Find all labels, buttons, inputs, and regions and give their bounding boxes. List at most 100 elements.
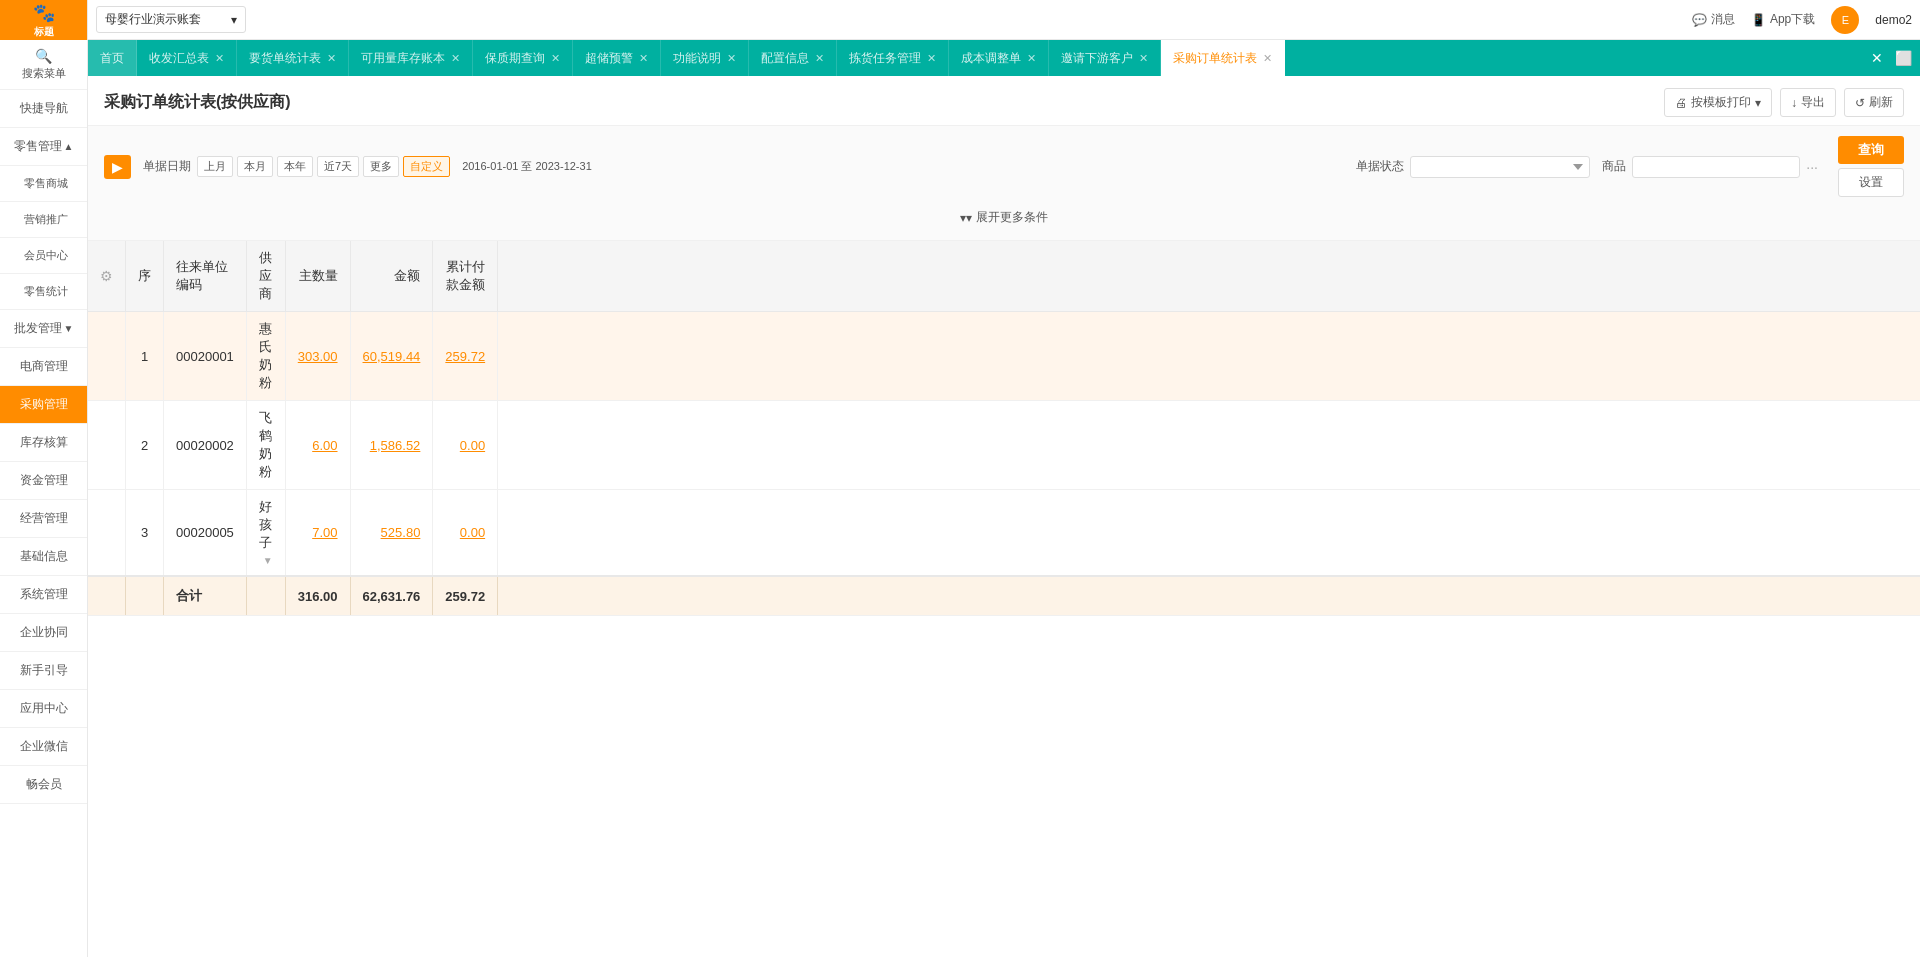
date-this-year-button[interactable]: 本年 <box>277 156 313 177</box>
sidebar-item-marketing[interactable]: 营销推广 <box>0 202 87 238</box>
goods-input[interactable] <box>1632 156 1800 178</box>
tab-zhuocangwu-close-icon[interactable]: ✕ <box>927 52 936 65</box>
tab-chaochuyujing-close-icon[interactable]: ✕ <box>639 52 648 65</box>
sidebar-item-new-guide[interactable]: 新手引导 <box>0 652 87 690</box>
filter-row-1: ▶ 单据日期 上月 本月 本年 近7天 更多 自定义 2016-01-01 至 … <box>104 136 1904 197</box>
tab-gongnengshuo-close-icon[interactable]: ✕ <box>727 52 736 65</box>
tab-chaochuyujing[interactable]: 超储预警 ✕ <box>573 40 661 76</box>
sidebar-item-system[interactable]: 系统管理 <box>0 576 87 614</box>
tab-yaoqing-close-icon[interactable]: ✕ <box>1139 52 1148 65</box>
sidebar-item-retail-stats[interactable]: 零售统计 <box>0 274 87 310</box>
tab-shoufashui[interactable]: 收发汇总表 ✕ <box>137 40 237 76</box>
date-custom-button[interactable]: 自定义 <box>403 156 450 177</box>
export-button[interactable]: ↓ 导出 <box>1780 88 1836 117</box>
tab-home[interactable]: 首页 <box>88 40 137 76</box>
filter-area: ▶ 单据日期 上月 本月 本年 近7天 更多 自定义 2016-01-01 至 … <box>88 126 1920 241</box>
filter-date-range-group: 2016-01-01 至 2023-12-31 <box>462 159 592 174</box>
table-row[interactable]: 2 00020002 飞鹤奶粉 6.00 1,586.52 0.00 <box>88 401 1920 490</box>
account-selector[interactable]: 母婴行业演示账套 ▾ <box>96 6 246 33</box>
sidebar-item-member2[interactable]: 畅会员 <box>0 766 87 804</box>
table-container: ⚙ 序 往来单位编码 供应商 主数量 金额 累计付款金额 1 00020001 <box>88 241 1920 616</box>
footer-qty: 316.00 <box>285 576 350 616</box>
app-label: App下载 <box>1770 11 1815 28</box>
filter-toggle-button[interactable]: ▶ <box>104 155 131 179</box>
sidebar-item-inventory[interactable]: 库存核算 <box>0 424 87 462</box>
footer-label: 合计 <box>164 576 247 616</box>
tab-baozhiqi-close-icon[interactable]: ✕ <box>551 52 560 65</box>
enterprise-label: 企业协同 <box>20 624 68 641</box>
row-paid: 0.00 <box>433 490 498 577</box>
sidebar-item-app-center[interactable]: 应用中心 <box>0 690 87 728</box>
tab-baozhiqi[interactable]: 保质期查询 ✕ <box>473 40 573 76</box>
tab-baozhiqi-label: 保质期查询 <box>485 50 545 67</box>
tab-zhuocangwu[interactable]: 拣货任务管理 ✕ <box>837 40 949 76</box>
tab-peizhi-close-icon[interactable]: ✕ <box>815 52 824 65</box>
sidebar-item-members[interactable]: 会员中心 <box>0 238 87 274</box>
table-row[interactable]: 3 00020005 好孩子▼ 7.00 525.80 0.00 <box>88 490 1920 577</box>
row-no: 3 <box>126 490 164 577</box>
table-settings-icon[interactable]: ⚙ <box>100 268 113 284</box>
tab-caigou[interactable]: 采购订单统计表 ✕ <box>1161 40 1285 76</box>
date-this-month-button[interactable]: 本月 <box>237 156 273 177</box>
sidebar-item-retail-mall[interactable]: 零售商城 <box>0 166 87 202</box>
tab-chengben-close-icon[interactable]: ✕ <box>1027 52 1036 65</box>
sidebar-item-purchase[interactable]: 采购管理 <box>0 386 87 424</box>
avatar[interactable]: E <box>1831 6 1859 34</box>
footer-paid: 259.72 <box>433 576 498 616</box>
status-select[interactable] <box>1410 156 1590 178</box>
tab-yaoqing[interactable]: 邀请下游客户 ✕ <box>1049 40 1161 76</box>
settings-button[interactable]: 设置 <box>1838 168 1904 197</box>
goods-more-icon[interactable]: ··· <box>1806 159 1818 175</box>
sidebar-item-search[interactable]: 🔍 搜索菜单 <box>0 40 87 90</box>
corp-wechat-label: 企业微信 <box>20 738 68 755</box>
th-paid: 累计付款金额 <box>433 241 498 312</box>
refresh-button[interactable]: ↺ 刷新 <box>1844 88 1904 117</box>
tab-caigou-close-icon[interactable]: ✕ <box>1263 52 1272 65</box>
sidebar-item-operations[interactable]: 经营管理 <box>0 500 87 538</box>
sidebar-item-wholesale[interactable]: 批发管理 ▼ <box>0 310 87 348</box>
sidebar-item-shortcut[interactable]: 快捷导航 <box>0 90 87 128</box>
tab-keyongliang[interactable]: 可用量库存账本 ✕ <box>349 40 473 76</box>
tab-keyongliang-close-icon[interactable]: ✕ <box>451 52 460 65</box>
tab-gongnengshuo[interactable]: 功能说明 ✕ <box>661 40 749 76</box>
export-label: 导出 <box>1801 94 1825 111</box>
sidebar-item-ecommerce[interactable]: 电商管理 <box>0 348 87 386</box>
ecommerce-label: 电商管理 <box>20 358 68 375</box>
table-row[interactable]: 1 00020001 惠氏奶粉 303.00 60,519.44 259.72 <box>88 312 1920 401</box>
date-range-display: 2016-01-01 至 2023-12-31 <box>462 159 592 174</box>
date-prev-month-button[interactable]: 上月 <box>197 156 233 177</box>
tab-peizhi[interactable]: 配置信息 ✕ <box>749 40 837 76</box>
print-button[interactable]: 🖨 按模板打印 ▾ <box>1664 88 1772 117</box>
tab-chaochuyujing-label: 超储预警 <box>585 50 633 67</box>
tab-chengben[interactable]: 成本调整单 ✕ <box>949 40 1049 76</box>
sidebar-item-enterprise[interactable]: 企业协同 <box>0 614 87 652</box>
date-more-button[interactable]: 更多 <box>363 156 399 177</box>
refresh-icon: ↺ <box>1855 96 1865 110</box>
new-guide-label: 新手引导 <box>20 662 68 679</box>
row-qty: 7.00 <box>285 490 350 577</box>
export-icon: ↓ <box>1791 96 1797 110</box>
query-button[interactable]: 查询 <box>1838 136 1904 164</box>
expand-more-button[interactable]: ▾▾ 展开更多条件 <box>952 205 1056 230</box>
sidebar-item-retail[interactable]: 零售管理 ▲ <box>0 128 87 166</box>
th-qty: 主数量 <box>285 241 350 312</box>
date-7days-button[interactable]: 近7天 <box>317 156 359 177</box>
row-supplier: 飞鹤奶粉 <box>246 401 285 490</box>
tab-shoufashui-close-icon[interactable]: ✕ <box>215 52 224 65</box>
tab-yaohuo[interactable]: 要货单统计表 ✕ <box>237 40 349 76</box>
message-button[interactable]: 💬 消息 <box>1692 11 1735 28</box>
username[interactable]: demo2 <box>1875 13 1912 27</box>
footer-amount: 62,631.76 <box>350 576 433 616</box>
sidebar-item-finance[interactable]: 资金管理 <box>0 462 87 500</box>
tab-close-all-button[interactable]: ✕ <box>1867 48 1887 68</box>
wholesale-label: 批发管理 <box>14 320 62 337</box>
app-download-button[interactable]: 📱 App下载 <box>1751 11 1815 28</box>
tab-yaohuo-close-icon[interactable]: ✕ <box>327 52 336 65</box>
tab-keyongliang-label: 可用量库存账本 <box>361 50 445 67</box>
retail-arrow-icon: ▲ <box>64 141 74 152</box>
sidebar-item-corp-wechat[interactable]: 企业微信 <box>0 728 87 766</box>
table-header-row: ⚙ 序 往来单位编码 供应商 主数量 金额 累计付款金额 <box>88 241 1920 312</box>
row-amount: 1,586.52 <box>350 401 433 490</box>
tab-restore-button[interactable]: ⬜ <box>1891 48 1916 68</box>
sidebar-item-base-info[interactable]: 基础信息 <box>0 538 87 576</box>
